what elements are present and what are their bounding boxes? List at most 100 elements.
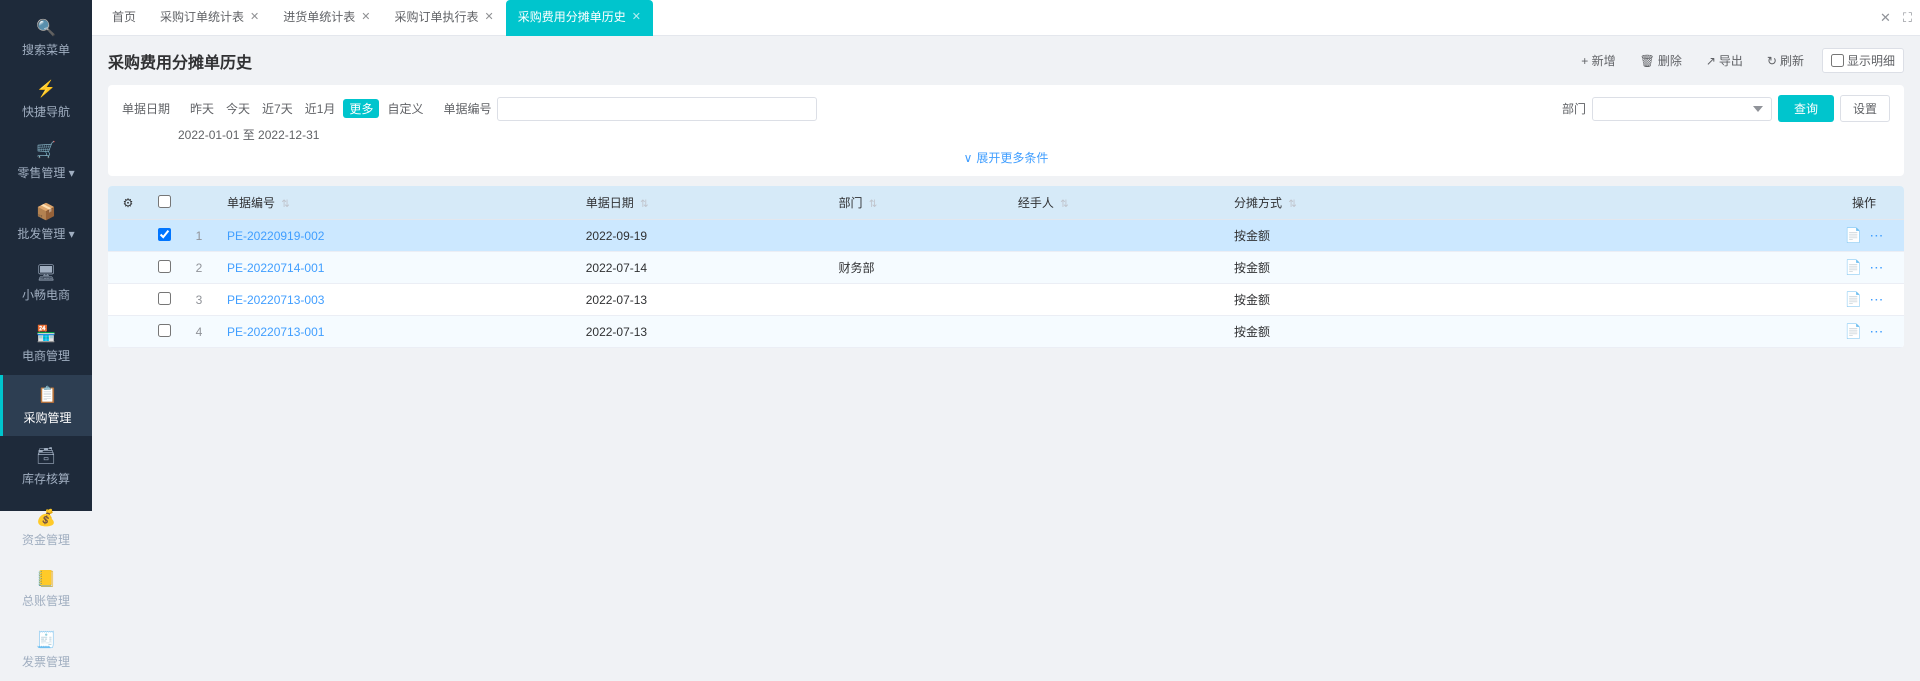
td-splitmethod-1: 按金额 bbox=[1224, 252, 1824, 284]
sidebar-item-invoice[interactable]: 🧾 发票管理 bbox=[0, 620, 92, 681]
td-dept-0 bbox=[828, 220, 1007, 252]
refresh-button[interactable]: ↻ 刷新 bbox=[1761, 48, 1810, 73]
tab-purchase-cost-split[interactable]: 采购费用分摊单历史 ✕ bbox=[506, 0, 653, 36]
add-button[interactable]: + 新增 bbox=[1575, 48, 1621, 73]
date-today[interactable]: 今天 bbox=[222, 99, 254, 118]
op-edit-0[interactable]: 📄 bbox=[1845, 227, 1862, 244]
tab-close-purchase-cost-split[interactable]: ✕ bbox=[632, 10, 641, 23]
show-cols-checkbox[interactable] bbox=[1831, 54, 1844, 67]
td-docdate-3: 2022-07-13 bbox=[576, 316, 829, 348]
expand-more-btn[interactable]: ∨ 展开更多条件 bbox=[122, 149, 1890, 166]
dept-group: 部门 查询 设置 bbox=[1562, 95, 1890, 122]
settings-button[interactable]: 设置 bbox=[1840, 95, 1890, 122]
tab-stock-in-stats[interactable]: 进货单统计表 ✕ bbox=[271, 0, 382, 36]
sidebar-item-retail[interactable]: 🛒零售管理 ▾ bbox=[0, 130, 92, 191]
sidebar-item-purchase[interactable]: 📋 采购管理 bbox=[0, 375, 92, 436]
maximize-icon[interactable]: ⛶ bbox=[1903, 10, 1912, 26]
sidebar-item-search[interactable]: 🔍搜索菜单 bbox=[0, 8, 92, 69]
row-checkbox-1[interactable] bbox=[158, 260, 171, 273]
dept-select[interactable] bbox=[1592, 97, 1772, 121]
sidebar-item-wholesale[interactable]: 📦批发管理 ▾ bbox=[0, 192, 92, 253]
op-edit-1[interactable]: 📄 bbox=[1845, 259, 1862, 276]
tab-close-purchase-order-stats[interactable]: ✕ bbox=[250, 10, 259, 23]
date-1month[interactable]: 近1月 bbox=[301, 99, 340, 118]
sidebar-item-xiaopang[interactable]: 🖥小畅电商 bbox=[0, 253, 92, 314]
row-checkbox-2[interactable] bbox=[158, 292, 171, 305]
td-check-2[interactable] bbox=[148, 284, 181, 316]
sidebar-item-finance[interactable]: 💰资金管理 bbox=[0, 498, 92, 559]
show-cols-button[interactable]: 显示明细 bbox=[1822, 48, 1904, 73]
th-settings[interactable]: ⚙ bbox=[108, 186, 148, 220]
td-docdate-1: 2022-07-14 bbox=[576, 252, 829, 284]
date-yesterday[interactable]: 昨天 bbox=[186, 99, 218, 118]
op-edit-3[interactable]: 📄 bbox=[1845, 323, 1862, 340]
quick-icon: ⚡ bbox=[4, 79, 88, 101]
th-dept[interactable]: 部门 ⇅ bbox=[828, 186, 1007, 220]
select-all-checkbox[interactable] bbox=[158, 195, 171, 208]
tab-home[interactable]: 首页 bbox=[100, 0, 148, 36]
td-docno-3: PE-20220713-001 bbox=[217, 316, 576, 348]
op-edit-2[interactable]: 📄 bbox=[1845, 291, 1862, 308]
export-button[interactable]: ↗ 导出 bbox=[1700, 48, 1749, 73]
sidebar-item-ledger[interactable]: 📒总账管理 bbox=[0, 559, 92, 620]
th-split-method[interactable]: 分摊方式 ⇅ bbox=[1224, 186, 1824, 220]
delete-button[interactable]: 🗑 删除 bbox=[1634, 48, 1688, 73]
td-handler-3 bbox=[1008, 316, 1224, 348]
ecommerce-icon: 🏪 bbox=[4, 324, 88, 346]
date-more[interactable]: 更多 bbox=[343, 99, 379, 118]
sidebar-label-purchase: 采购管理 bbox=[23, 411, 71, 425]
date-custom[interactable]: 自定义 bbox=[383, 99, 427, 118]
doc-no-link-0[interactable]: PE-20220919-002 bbox=[227, 229, 324, 243]
tab-label-purchase-cost-split: 采购费用分摊单历史 bbox=[518, 8, 626, 25]
td-check-0[interactable] bbox=[148, 220, 181, 252]
retail-icon: 🛒 bbox=[4, 140, 88, 162]
table-row: 1 PE-20220919-002 2022-09-19 按金额 📄 ⋯ bbox=[108, 220, 1904, 252]
doc-no-input[interactable] bbox=[497, 97, 817, 121]
doc-no-label: 单据编号 bbox=[443, 100, 491, 117]
th-check[interactable] bbox=[148, 186, 181, 220]
th-doc-no[interactable]: 单据编号 ⇅ bbox=[217, 186, 576, 220]
sidebar-item-ecommerce[interactable]: 🏪电商管理 bbox=[0, 314, 92, 375]
tab-purchase-order-exec[interactable]: 采购订单执行表✕ bbox=[382, 0, 505, 36]
td-check-1[interactable] bbox=[148, 252, 181, 284]
op-more-1[interactable]: ⋯ bbox=[1869, 259, 1883, 276]
purchase-icon: 📋 bbox=[7, 385, 88, 407]
filter-date-btns: 昨天 今天 近7天 近1月 更多 自定义 bbox=[186, 99, 427, 118]
td-dept-2 bbox=[828, 284, 1007, 316]
wholesale-icon: 📦 bbox=[4, 202, 88, 224]
tab-close-stock-in-stats[interactable]: ✕ bbox=[361, 10, 370, 23]
date-7days[interactable]: 近7天 bbox=[258, 99, 297, 118]
row-checkbox-0[interactable] bbox=[158, 228, 171, 241]
sidebar-label-ledger: 总账管理 bbox=[22, 594, 70, 608]
td-check-3[interactable] bbox=[148, 316, 181, 348]
td-ops-0: 📄 ⋯ bbox=[1824, 220, 1904, 252]
op-more-3[interactable]: ⋯ bbox=[1869, 323, 1883, 340]
td-docno-2: PE-20220713-003 bbox=[217, 284, 576, 316]
invoice-icon: 🧾 bbox=[4, 630, 88, 652]
op-more-0[interactable]: ⋯ bbox=[1869, 227, 1883, 244]
sidebar-item-inventory[interactable]: 🗃库存核算 bbox=[0, 436, 92, 497]
date-range-display: 2022-01-01 至 2022-12-31 bbox=[178, 126, 1890, 143]
doc-no-link-1[interactable]: PE-20220714-001 bbox=[227, 261, 324, 275]
row-checkbox-3[interactable] bbox=[158, 324, 171, 337]
sidebar-label-invoice: 发票管理 bbox=[22, 655, 70, 669]
th-doc-date[interactable]: 单据日期 ⇅ bbox=[576, 186, 829, 220]
op-more-2[interactable]: ⋯ bbox=[1869, 291, 1883, 308]
tab-close-purchase-order-exec[interactable]: ✕ bbox=[485, 10, 494, 23]
tab-bar: 首页采购订单统计表✕进货单统计表✕采购订单执行表✕采购费用分摊单历史✕ ✕ ⛶ bbox=[92, 0, 1920, 36]
sidebar-item-quick[interactable]: ⚡快捷导航 bbox=[0, 69, 92, 130]
tab-label-stock-in-stats: 进货单统计表 bbox=[283, 8, 355, 25]
td-settings-1 bbox=[108, 252, 148, 284]
xiaopang-icon: 🖥 bbox=[4, 263, 88, 285]
close-tab-icon[interactable]: ✕ bbox=[1880, 10, 1891, 26]
doc-no-link-2[interactable]: PE-20220713-003 bbox=[227, 293, 324, 307]
td-dept-1: 财务部 bbox=[828, 252, 1007, 284]
th-handler[interactable]: 经手人 ⇅ bbox=[1008, 186, 1224, 220]
tab-purchase-order-stats[interactable]: 采购订单统计表✕ bbox=[148, 0, 271, 36]
data-table: ⚙ 单据编号 ⇅ 单据日期 ⇅ 部门 ⇅ 经手人 ⇅ 分摊方式 ⇅ 操作 1 bbox=[108, 186, 1904, 348]
search-icon: 🔍 bbox=[4, 18, 88, 40]
sidebar-label-retail: 零售管理 bbox=[17, 166, 65, 180]
td-docdate-2: 2022-07-13 bbox=[576, 284, 829, 316]
doc-no-link-3[interactable]: PE-20220713-001 bbox=[227, 325, 324, 339]
query-button[interactable]: 查询 bbox=[1778, 95, 1834, 122]
